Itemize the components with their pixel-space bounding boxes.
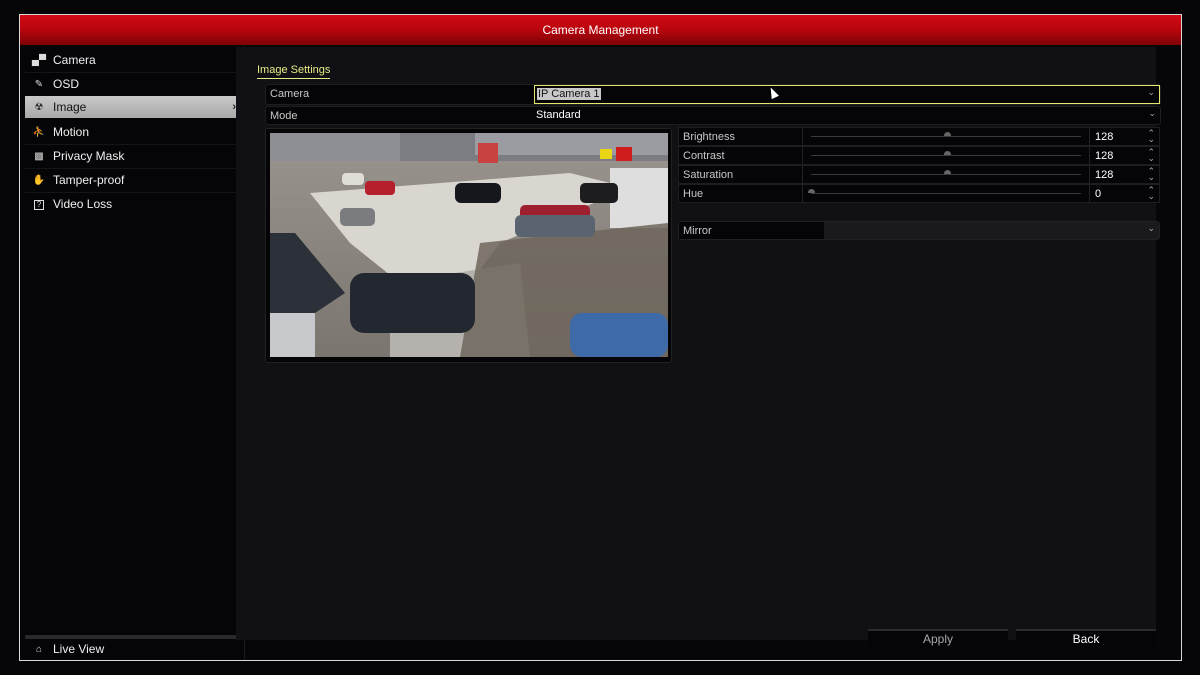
slider-track [811, 193, 1081, 194]
sidebar-item-osd[interactable]: ✎ OSD [25, 73, 241, 95]
brightness-value[interactable]: 128 [1095, 131, 1113, 143]
live-view-label: Live View [53, 642, 105, 656]
sidebar-item-label: OSD [53, 77, 80, 91]
sidebar-item-motion[interactable]: ⛹ Motion [25, 121, 241, 143]
home-icon: ⌂ [35, 643, 43, 655]
slider-track [811, 155, 1081, 156]
slider-track [811, 136, 1081, 137]
camera-row: Camera IP Camera 1 ⌄ [265, 84, 1161, 105]
mode-select-value: Standard [536, 109, 581, 121]
back-button[interactable]: Back [1016, 629, 1156, 649]
section-title: Image Settings [257, 64, 331, 79]
sidebar-item-tamper-proof[interactable]: ✋ Tamper-proof [25, 169, 241, 191]
video-feed [270, 133, 668, 357]
sidebar-item-label: Image [53, 100, 87, 114]
chevron-down-icon: ⌄ [1147, 223, 1155, 233]
brightness-row: Brightness 128 ⌃ ⌄ [678, 127, 1160, 146]
mirror-row[interactable]: Mirror ⌄ [678, 221, 1160, 240]
contrast-value[interactable]: 128 [1095, 150, 1113, 162]
chevron-down-icon: ⌄ [1148, 108, 1156, 118]
camera-select[interactable]: IP Camera 1 ⌄ [534, 85, 1160, 104]
brightness-slider[interactable] [802, 128, 1090, 145]
spinner-icon[interactable]: ⌃ ⌄ [1147, 186, 1155, 201]
hue-label: Hue [683, 188, 704, 200]
video-loss-icon: ? [25, 199, 47, 210]
slider-thumb[interactable] [808, 189, 815, 193]
contrast-slider[interactable] [802, 147, 1090, 164]
slider-thumb[interactable] [944, 170, 951, 174]
chevron-down-icon: ⌄ [1147, 87, 1155, 97]
saturation-row: Saturation 128 ⌃ ⌄ [678, 165, 1160, 184]
mode-select[interactable]: Standard ⌄ [534, 107, 1160, 124]
privacy-mask-icon: ▩ [34, 150, 44, 162]
sidebar-item-label: Camera [53, 53, 96, 67]
sidebar-item-video-loss[interactable]: ? Video Loss [25, 193, 241, 215]
camera-preview [265, 128, 672, 363]
saturation-value[interactable]: 128 [1095, 169, 1113, 181]
slider-thumb[interactable] [944, 132, 951, 136]
window-title: Camera Management [20, 15, 1181, 45]
sidebar-item-label: Motion [53, 125, 90, 139]
saturation-label: Saturation [683, 169, 734, 181]
spinner-icon[interactable]: ⌃ ⌄ [1147, 167, 1155, 182]
mode-row: Mode Standard ⌄ [265, 106, 1161, 125]
slider-track [811, 174, 1081, 175]
slider-thumb[interactable] [944, 151, 951, 155]
sidebar-item-label: Tamper-proof [53, 173, 125, 187]
tamper-hand-icon: ✋ [32, 174, 46, 186]
sidebar-item-label: Privacy Mask [53, 149, 125, 163]
camera-select-value: IP Camera 1 [537, 88, 601, 100]
mirror-label: Mirror [679, 222, 824, 239]
spinner-icon[interactable]: ⌃ ⌄ [1147, 129, 1155, 144]
apply-button[interactable]: Apply [868, 629, 1008, 649]
sidebar-item-camera[interactable]: ▄▀ Camera [25, 49, 241, 71]
sidebar-item-label: Video Loss [53, 197, 113, 211]
sidebar-item-image[interactable]: ☢ Image › [25, 96, 241, 118]
camera-scene-image [270, 133, 668, 357]
image-aperture-icon: ☢ [34, 101, 44, 113]
saturation-slider[interactable] [802, 166, 1090, 183]
brightness-label: Brightness [683, 131, 735, 143]
contrast-label: Contrast [683, 150, 725, 162]
sidebar-item-privacy-mask[interactable]: ▩ Privacy Mask [25, 145, 241, 167]
camera-label: Camera [270, 88, 310, 100]
motion-runner-icon: ⛹ [32, 126, 46, 138]
contrast-row: Contrast 128 ⌃ ⌄ [678, 146, 1160, 165]
hue-slider[interactable] [802, 185, 1090, 202]
mode-label: Mode [270, 110, 298, 122]
live-view-button[interactable]: ⌂ Live View [25, 638, 241, 660]
hue-row: Hue 0 ⌃ ⌄ [678, 184, 1160, 203]
camera-icon: ▄▀ [31, 54, 47, 66]
hue-value[interactable]: 0 [1095, 188, 1101, 200]
sidebar: ▄▀ Camera ✎ OSD ☢ Image › ⛹ Motion ▩ Pri… [20, 45, 245, 660]
osd-pencil-icon: ✎ [34, 78, 44, 90]
spinner-icon[interactable]: ⌃ ⌄ [1147, 148, 1155, 163]
